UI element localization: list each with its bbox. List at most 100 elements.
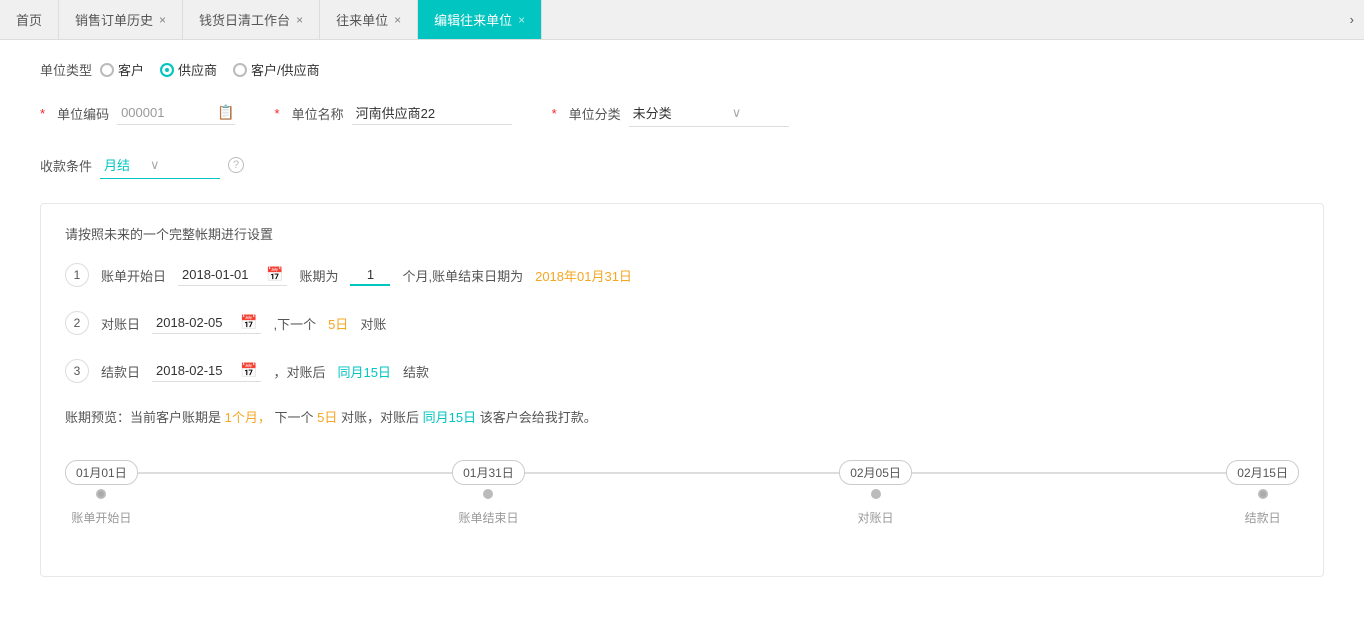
timeline-dot-3 xyxy=(1258,489,1268,499)
row-3-highlight: 同月15日 xyxy=(337,362,390,381)
payment-condition-row: 收款条件 月结 ∨ ? xyxy=(40,151,1324,179)
preview-highlight2: 5日 xyxy=(317,410,337,425)
timeline-bubble-3: 02月15日 xyxy=(1226,460,1299,485)
unit-type-radio-group: 客户 供应商 客户/供应商 xyxy=(100,60,320,79)
radio-customer[interactable]: 客户 xyxy=(100,60,144,79)
tab-counterpart-close[interactable]: × xyxy=(394,13,401,27)
reconcile-date-input[interactable] xyxy=(156,315,236,330)
timeline: 01月01日 账单开始日 01月31日 账单结束日 02月05日 对账日 xyxy=(65,450,1299,556)
tab-counterpart[interactable]: 往来单位 × xyxy=(320,0,418,39)
period-input[interactable] xyxy=(350,265,390,286)
timeline-points: 01月01日 账单开始日 01月31日 账单结束日 02月05日 对账日 xyxy=(65,460,1299,526)
timeline-point-2: 02月05日 对账日 xyxy=(839,460,912,526)
radio-both-circle xyxy=(233,63,247,77)
calendar-icon-1[interactable]: 📅 xyxy=(266,266,283,283)
settlement-date-input[interactable] xyxy=(156,363,236,378)
preview-highlight1: 1个月， xyxy=(225,410,271,425)
payment-condition-value: 月结 xyxy=(104,155,130,174)
unit-category-required: * xyxy=(552,106,557,121)
unit-name-label: 单位名称 xyxy=(292,104,344,123)
preview-prefix: 账期预览：当前客户账期是 xyxy=(65,410,221,425)
chevron-down-icon-2: ∨ xyxy=(150,157,160,173)
unit-type-row: 单位类型 客户 供应商 客户/供应商 xyxy=(40,60,1324,79)
timeline-dot-1 xyxy=(483,489,493,499)
tab-home[interactable]: 首页 xyxy=(0,0,59,39)
unit-name-required: * xyxy=(275,106,280,121)
main-content: 单位类型 客户 供应商 客户/供应商 * 单位编码 000001 📋 xyxy=(0,40,1364,617)
row-2-prefix: ,下一个 xyxy=(273,314,316,333)
unit-code-label: 单位编码 xyxy=(57,104,109,123)
tab-edit-counterpart-label: 编辑往来单位 xyxy=(434,10,512,29)
radio-supplier-label: 供应商 xyxy=(178,60,217,79)
timeline-dot-0 xyxy=(96,489,106,499)
unit-code-required: * xyxy=(40,106,45,121)
row-3-suffix: 结款 xyxy=(403,362,429,381)
chevron-right-icon: › xyxy=(1350,12,1354,27)
row-1-suffix-label: 账期为 xyxy=(299,266,338,285)
tab-edit-counterpart[interactable]: 编辑往来单位 × xyxy=(418,0,542,39)
start-date-input[interactable] xyxy=(182,267,262,282)
unit-category-label: 单位分类 xyxy=(569,104,621,123)
tab-cashier-close[interactable]: × xyxy=(296,13,303,27)
preview-highlight3: 同月15日 xyxy=(423,410,476,425)
row-2-label: 对账日 xyxy=(101,314,140,333)
unit-name-input[interactable] xyxy=(352,101,512,125)
copy-icon[interactable]: 📋 xyxy=(217,104,234,121)
timeline-point-1: 01月31日 账单结束日 xyxy=(452,460,525,526)
timeline-label-1: 账单结束日 xyxy=(458,509,518,526)
row-3-label: 结款日 xyxy=(101,362,140,381)
radio-both[interactable]: 客户/供应商 xyxy=(233,60,320,79)
tab-sales-history-label: 销售订单历史 xyxy=(75,10,153,29)
preview-mid1: 下一个 xyxy=(275,410,314,425)
unit-code-input[interactable]: 000001 xyxy=(117,101,217,124)
chevron-down-icon: ∨ xyxy=(732,105,742,121)
unit-code-field[interactable]: 000001 📋 xyxy=(117,101,234,125)
radio-both-label: 客户/供应商 xyxy=(251,60,320,79)
timeline-bubble-2: 02月05日 xyxy=(839,460,912,485)
unit-category-value: 未分类 xyxy=(633,103,672,122)
timeline-bubble-0: 01月01日 xyxy=(65,460,138,485)
timeline-label-2: 对账日 xyxy=(858,509,894,526)
unit-category-select[interactable]: 未分类 ∨ xyxy=(629,99,789,127)
row-1-period-unit: 个月,账单结束日期为 xyxy=(402,266,523,285)
tab-more-button[interactable]: › xyxy=(1340,0,1364,39)
tab-counterpart-label: 往来单位 xyxy=(336,10,388,29)
calendar-icon-2[interactable]: 📅 xyxy=(240,314,257,331)
row-3-date[interactable]: 📅 xyxy=(152,360,261,382)
card-title: 请按照未来的一个完整帐期进行设置 xyxy=(65,224,1299,243)
radio-supplier[interactable]: 供应商 xyxy=(160,60,217,79)
row-1-date[interactable]: 📅 xyxy=(178,264,287,286)
tab-edit-counterpart-close[interactable]: × xyxy=(518,13,525,27)
timeline-point-0: 01月01日 账单开始日 xyxy=(65,460,138,526)
timeline-bubble-1: 01月31日 xyxy=(452,460,525,485)
radio-customer-label: 客户 xyxy=(118,60,144,79)
payment-condition-select[interactable]: 月结 ∨ xyxy=(100,151,220,179)
timeline-label-3: 结款日 xyxy=(1245,509,1281,526)
timeline-point-3: 02月15日 结款日 xyxy=(1226,460,1299,526)
tab-bar: 首页 销售订单历史 × 钱货日清工作台 × 往来单位 × 编辑往来单位 × › xyxy=(0,0,1364,40)
radio-supplier-circle xyxy=(160,63,174,77)
tab-home-label: 首页 xyxy=(16,10,42,29)
tab-sales-history[interactable]: 销售订单历史 × xyxy=(59,0,183,39)
row-2-highlight: 5日 xyxy=(328,314,348,333)
setting-row-3: 3 结款日 📅 ，对账后 同月15日 结款 xyxy=(65,359,1299,383)
row-2-date[interactable]: 📅 xyxy=(152,312,261,334)
payment-condition-label: 收款条件 xyxy=(40,156,92,175)
row-3-prefix: ，对账后 xyxy=(273,362,325,381)
tab-sales-history-close[interactable]: × xyxy=(159,13,166,27)
setting-row-1: 1 账单开始日 📅 账期为 个月,账单结束日期为 2018年01月31日 xyxy=(65,263,1299,287)
unit-info-row: * 单位编码 000001 📋 * 单位名称 * 单位分类 未分类 ∨ xyxy=(40,99,1324,127)
preview-mid2: 对账，对账后 xyxy=(341,410,419,425)
timeline-dot-2 xyxy=(871,489,881,499)
row-1-label: 账单开始日 xyxy=(101,266,166,285)
row-num-2: 2 xyxy=(65,311,89,335)
setting-row-2: 2 对账日 📅 ,下一个 5日 对账 xyxy=(65,311,1299,335)
calendar-icon-3[interactable]: 📅 xyxy=(240,362,257,379)
settings-card: 请按照未来的一个完整帐期进行设置 1 账单开始日 📅 账期为 个月,账单结束日期… xyxy=(40,203,1324,577)
tab-cashier[interactable]: 钱货日清工作台 × xyxy=(183,0,320,39)
help-icon[interactable]: ? xyxy=(228,157,244,173)
preview-text: 账期预览：当前客户账期是 1个月， 下一个 5日 对账，对账后 同月15日 该客… xyxy=(65,407,1299,426)
row-num-1: 1 xyxy=(65,263,89,287)
unit-type-label: 单位类型 xyxy=(40,60,92,79)
row-num-3: 3 xyxy=(65,359,89,383)
